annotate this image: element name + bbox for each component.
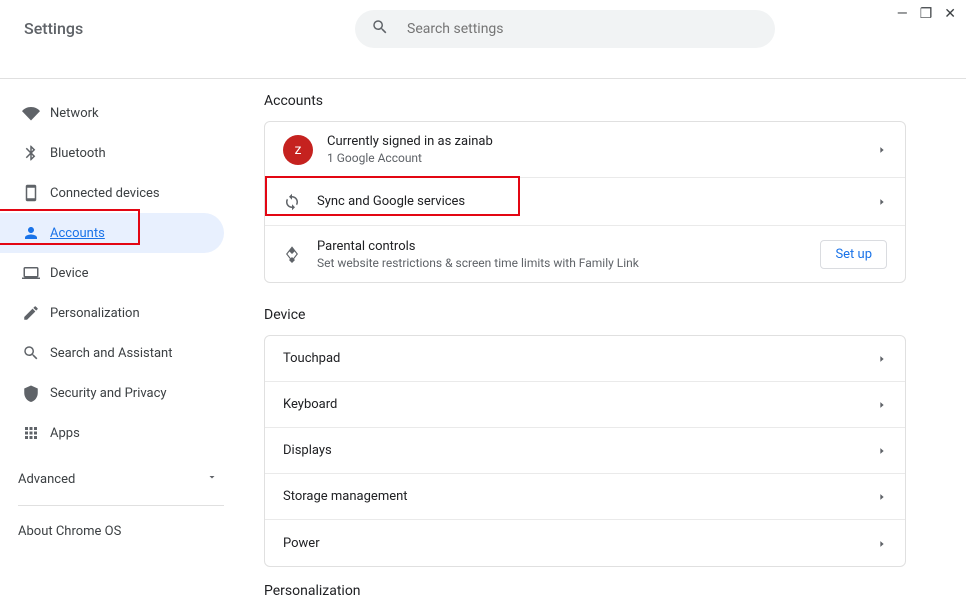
chevron-right-icon <box>877 441 887 460</box>
sync-icon <box>283 193 317 211</box>
avatar: z <box>283 135 313 165</box>
bluetooth-icon <box>22 144 50 162</box>
signed-in-sub: 1 Google Account <box>327 151 877 165</box>
device-row-label: Power <box>283 536 877 551</box>
sidebar-label: Connected devices <box>50 186 160 201</box>
section-title-device: Device <box>264 307 906 323</box>
row-signed-in[interactable]: z Currently signed in as zainab 1 Google… <box>265 122 905 178</box>
sidebar-advanced[interactable]: Advanced <box>0 461 248 497</box>
chevron-right-icon <box>877 487 887 506</box>
search-input[interactable] <box>407 21 759 37</box>
sidebar-label: Personalization <box>50 306 140 321</box>
sidebar-label: Bluetooth <box>50 146 106 161</box>
sidebar-item-network[interactable]: Network <box>0 93 224 133</box>
sidebar-label: Network <box>50 106 99 121</box>
device-card: Touchpad Keyboard Displays Storage manag… <box>264 335 906 567</box>
row-parental-controls: Parental controls Set website restrictio… <box>265 226 905 282</box>
diamond-icon <box>283 245 317 263</box>
device-row-label: Keyboard <box>283 397 877 412</box>
person-icon <box>22 224 50 242</box>
row-sync[interactable]: Sync and Google services <box>265 178 905 226</box>
setup-button[interactable]: Set up <box>820 240 887 269</box>
device-row-label: Storage management <box>283 489 877 504</box>
row-keyboard[interactable]: Keyboard <box>265 382 905 428</box>
search-box[interactable] <box>355 10 775 48</box>
sidebar-item-bluetooth[interactable]: Bluetooth <box>0 133 224 173</box>
chevron-right-icon <box>877 192 887 211</box>
sidebar-label: Accounts <box>50 226 105 241</box>
row-touchpad[interactable]: Touchpad <box>265 336 905 382</box>
sidebar-item-device[interactable]: Device <box>0 253 224 293</box>
section-title-accounts: Accounts <box>264 93 906 109</box>
search-icon <box>22 344 50 362</box>
device-row-label: Touchpad <box>283 351 877 366</box>
sidebar-item-accounts[interactable]: Accounts <box>0 213 224 253</box>
sidebar-divider <box>18 505 224 506</box>
chevron-right-icon <box>877 395 887 414</box>
sidebar-item-apps[interactable]: Apps <box>0 413 224 453</box>
search-icon <box>371 18 407 40</box>
row-power[interactable]: Power <box>265 520 905 566</box>
page-title: Settings <box>24 19 83 38</box>
sidebar-item-security-privacy[interactable]: Security and Privacy <box>0 373 224 413</box>
apps-icon <box>22 424 50 442</box>
sidebar-item-personalization[interactable]: Personalization <box>0 293 224 333</box>
sidebar-label: Device <box>50 266 89 281</box>
wifi-icon <box>22 104 50 122</box>
sidebar-about[interactable]: About Chrome OS <box>0 514 248 549</box>
main-content: Accounts z Currently signed in as zainab… <box>248 79 966 611</box>
sidebar-label: Apps <box>50 426 80 441</box>
chevron-right-icon <box>877 349 887 368</box>
shield-icon <box>22 384 50 402</box>
advanced-label: Advanced <box>18 472 75 487</box>
sidebar-label: Search and Assistant <box>50 346 173 361</box>
parental-title: Parental controls <box>317 239 820 254</box>
parental-sub: Set website restrictions & screen time l… <box>317 256 820 270</box>
row-displays[interactable]: Displays <box>265 428 905 474</box>
device-row-label: Displays <box>283 443 877 458</box>
accounts-card: z Currently signed in as zainab 1 Google… <box>264 121 906 283</box>
laptop-icon <box>22 264 50 282</box>
sidebar-label: Security and Privacy <box>50 386 167 401</box>
pencil-icon <box>22 304 50 322</box>
phone-icon <box>22 184 50 202</box>
sidebar-item-search-assistant[interactable]: Search and Assistant <box>0 333 224 373</box>
chevron-right-icon <box>877 140 887 159</box>
signed-in-title: Currently signed in as zainab <box>327 134 877 149</box>
chevron-down-icon <box>206 471 218 487</box>
sidebar-item-connected-devices[interactable]: Connected devices <box>0 173 224 213</box>
sync-title: Sync and Google services <box>317 194 877 209</box>
header: Settings <box>0 0 966 56</box>
sidebar: Network Bluetooth Connected devices Acco… <box>0 79 248 611</box>
chevron-right-icon <box>877 534 887 553</box>
section-title-personalization: Personalization <box>264 583 906 599</box>
row-storage[interactable]: Storage management <box>265 474 905 520</box>
